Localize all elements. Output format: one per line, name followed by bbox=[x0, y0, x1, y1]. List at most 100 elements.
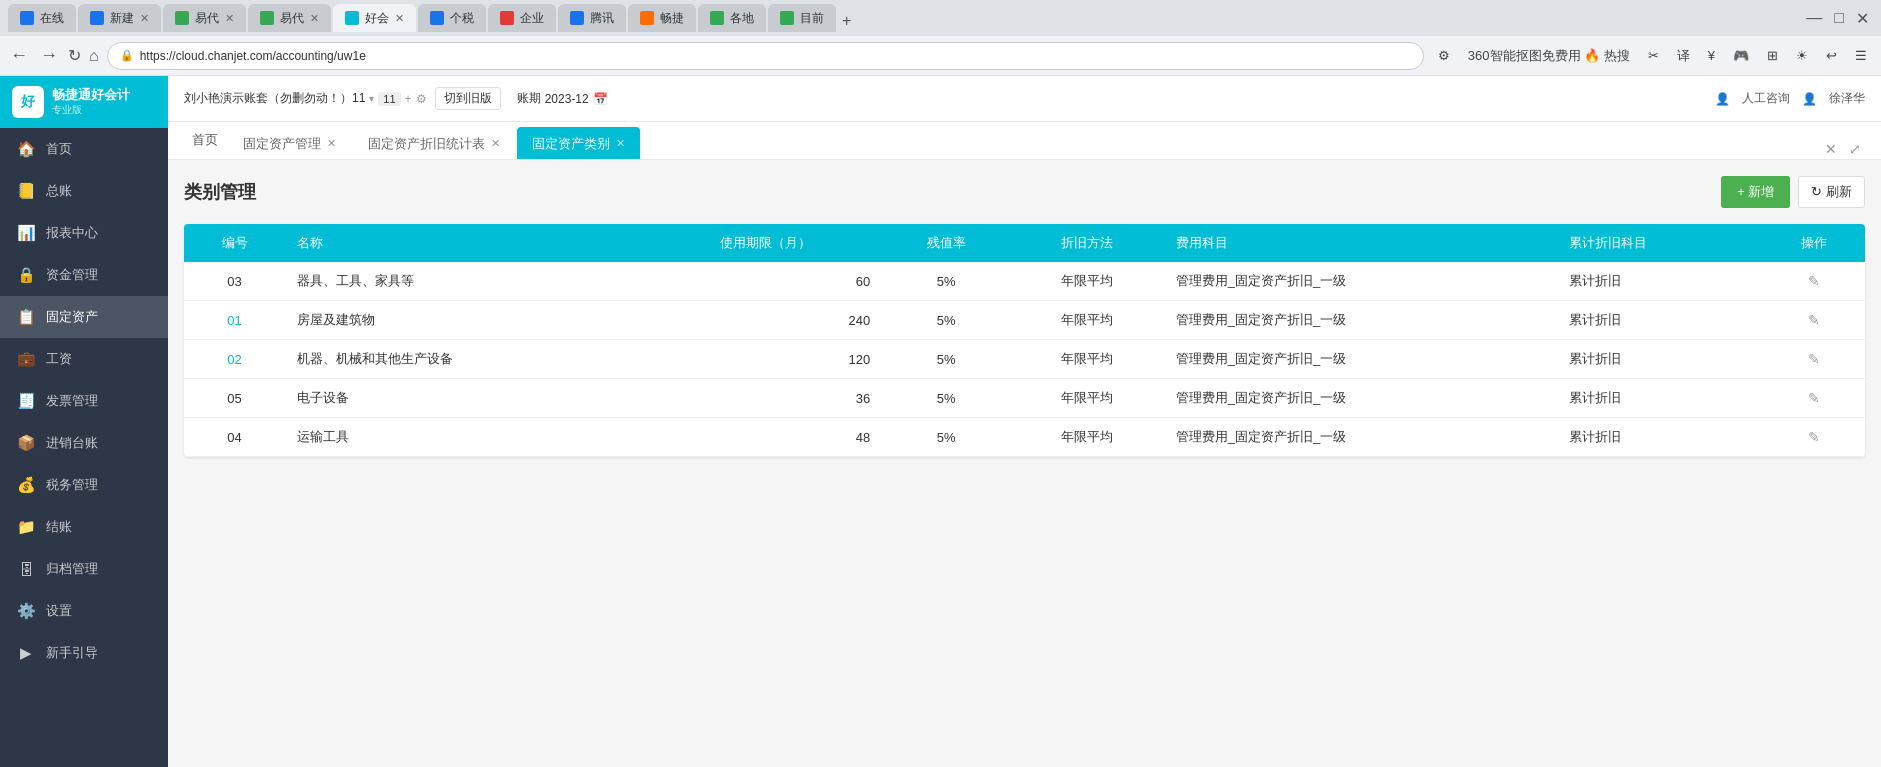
sidebar-label-home: 首页 bbox=[46, 140, 72, 158]
tab-close-yidai1[interactable]: ✕ bbox=[225, 12, 234, 25]
browser-tab-new[interactable]: 新建 ✕ bbox=[78, 4, 161, 32]
page-tab-fa-category[interactable]: 固定资产类别 ✕ bbox=[517, 127, 640, 159]
switch-version-button[interactable]: 切到旧版 bbox=[435, 87, 501, 110]
cell-accumulated-4: 累计折旧 bbox=[1557, 418, 1763, 457]
address-bar-row: ← → ↻ ⌂ 🔒 https://cloud.chanjet.com/acco… bbox=[0, 36, 1881, 76]
browser-tab-yidai2[interactable]: 易代 ✕ bbox=[248, 4, 331, 32]
add-icon[interactable]: + bbox=[405, 92, 412, 106]
tab-icon-gedi bbox=[710, 11, 724, 25]
user-badge: 11 bbox=[378, 92, 400, 106]
reload-button[interactable]: ↻ bbox=[68, 46, 81, 65]
tab-label-yidai1: 易代 bbox=[195, 10, 219, 27]
sidebar-item-home[interactable]: 🏠 首页 bbox=[0, 128, 168, 170]
game-btn[interactable]: 🎮 bbox=[1727, 46, 1755, 65]
browser-tab-muqian[interactable]: 目前 bbox=[768, 4, 836, 32]
refresh-button[interactable]: ↻ 刷新 bbox=[1798, 176, 1865, 208]
edit-button-0[interactable]: ✎ bbox=[1808, 273, 1820, 289]
translate-btn[interactable]: 译 bbox=[1671, 45, 1696, 67]
table-row: 03 器具、工具、家具等 60 5% 年限平均 管理费用_固定资产折旧_一级 累… bbox=[184, 262, 1865, 301]
tab-close-haohui[interactable]: ✕ bbox=[395, 12, 404, 25]
browser-tab-online[interactable]: 在线 bbox=[8, 4, 76, 32]
tab-label-fa-depreciation: 固定资产折旧统计表 bbox=[368, 135, 485, 153]
sidebar-item-payroll[interactable]: 💼 工资 bbox=[0, 338, 168, 380]
tab-close-fa-category[interactable]: ✕ bbox=[616, 137, 625, 150]
browser-tab-enterprise[interactable]: 企业 bbox=[488, 4, 556, 32]
period-value: 2023-12 bbox=[545, 92, 589, 106]
guide-icon: ▶ bbox=[16, 644, 36, 662]
sidebar-item-fixed-assets[interactable]: 📋 固定资产 bbox=[0, 296, 168, 338]
sidebar-item-archive[interactable]: 🗄 归档管理 bbox=[0, 548, 168, 590]
edit-button-1[interactable]: ✎ bbox=[1808, 312, 1820, 328]
search-btn[interactable]: 360智能抠图免费用 🔥 热搜 bbox=[1462, 45, 1636, 67]
tab-close-fa-depreciation[interactable]: ✕ bbox=[491, 137, 500, 150]
add-button[interactable]: + 新增 bbox=[1721, 176, 1790, 208]
minimize-button[interactable]: — bbox=[1802, 7, 1826, 29]
close-button[interactable]: ✕ bbox=[1852, 7, 1873, 30]
fixed-assets-icon: 📋 bbox=[16, 308, 36, 326]
sidebar-item-funds[interactable]: 🔒 资金管理 bbox=[0, 254, 168, 296]
sidebar-label-purchases: 进销台账 bbox=[46, 434, 98, 452]
ledger-icon: 📒 bbox=[16, 182, 36, 200]
sidebar-item-tax[interactable]: 💰 税务管理 bbox=[0, 464, 168, 506]
browser-tab-tencent[interactable]: 腾讯 bbox=[558, 4, 626, 32]
invoices-icon: 🧾 bbox=[16, 392, 36, 410]
user-info: 刘小艳演示账套（勿删勿动！）11 ▾ 11 + ⚙ bbox=[184, 90, 427, 107]
forward-button[interactable]: → bbox=[38, 43, 60, 68]
new-tab-button[interactable]: + bbox=[838, 10, 855, 32]
home-button[interactable]: ⌂ bbox=[89, 47, 99, 65]
tab-close-yidai2[interactable]: ✕ bbox=[310, 12, 319, 25]
cut-icon-btn[interactable]: ✂ bbox=[1642, 46, 1665, 65]
home-icon: 🏠 bbox=[16, 140, 36, 158]
browser-tab-changjie[interactable]: 畅捷 bbox=[628, 4, 696, 32]
calendar-icon[interactable]: 📅 bbox=[593, 92, 608, 106]
cell-residual-0: 5% bbox=[882, 262, 1010, 301]
breadcrumb-home[interactable]: 首页 bbox=[184, 121, 226, 159]
tab-window-expand[interactable]: ⤢ bbox=[1845, 139, 1865, 159]
lock-icon: 🔒 bbox=[120, 49, 134, 62]
browser-tab-haohui[interactable]: 好会 ✕ bbox=[333, 4, 416, 32]
page-tab-fa-mgmt[interactable]: 固定资产管理 ✕ bbox=[228, 127, 351, 159]
menu-btn[interactable]: ☰ bbox=[1849, 46, 1873, 65]
sidebar-item-ledger[interactable]: 📒 总账 bbox=[0, 170, 168, 212]
page-tab-fa-depreciation[interactable]: 固定资产折旧统计表 ✕ bbox=[353, 127, 515, 159]
browser-tab-gedi[interactable]: 各地 bbox=[698, 4, 766, 32]
browser-tab-geshui[interactable]: 个税 bbox=[418, 4, 486, 32]
col-header-code: 编号 bbox=[184, 224, 285, 262]
cell-expense-2: 管理费用_固定资产折旧_一级 bbox=[1164, 340, 1558, 379]
settings-icon: ⚙️ bbox=[16, 602, 36, 620]
period-label: 账期 bbox=[517, 90, 541, 107]
edit-button-2[interactable]: ✎ bbox=[1808, 351, 1820, 367]
sidebar-item-settings[interactable]: ⚙️ 设置 bbox=[0, 590, 168, 632]
cell-code-1: 01 bbox=[184, 301, 285, 340]
tab-label-changjie: 畅捷 bbox=[660, 10, 684, 27]
back-button[interactable]: ← bbox=[8, 43, 30, 68]
tab-window-close[interactable]: ✕ bbox=[1821, 139, 1841, 159]
edit-button-3[interactable]: ✎ bbox=[1808, 390, 1820, 406]
currency-btn[interactable]: ¥ bbox=[1702, 46, 1721, 65]
cell-operation-0: ✎ bbox=[1764, 262, 1865, 301]
table-header: 编号 名称 使用期限（月） 残值率 折旧方法 费用科目 累计折旧科目 操作 bbox=[184, 224, 1865, 262]
grid-btn[interactable]: ⊞ bbox=[1761, 46, 1784, 65]
sidebar-item-invoices[interactable]: 🧾 发票管理 bbox=[0, 380, 168, 422]
cell-accumulated-0: 累计折旧 bbox=[1557, 262, 1763, 301]
edit-button-4[interactable]: ✎ bbox=[1808, 429, 1820, 445]
sidebar-item-closing[interactable]: 📁 结账 bbox=[0, 506, 168, 548]
sidebar-label-guide: 新手引导 bbox=[46, 644, 98, 662]
funds-icon: 🔒 bbox=[16, 266, 36, 284]
browser-tab-yidai1[interactable]: 易代 ✕ bbox=[163, 4, 246, 32]
address-box[interactable]: 🔒 https://cloud.chanjet.com/accounting/u… bbox=[107, 42, 1424, 70]
tab-close-new[interactable]: ✕ bbox=[140, 12, 149, 25]
undo-btn[interactable]: ↩ bbox=[1820, 46, 1843, 65]
sidebar-item-purchases[interactable]: 📦 进销台账 bbox=[0, 422, 168, 464]
brightness-btn[interactable]: ☀ bbox=[1790, 46, 1814, 65]
sidebar-item-guide[interactable]: ▶ 新手引导 bbox=[0, 632, 168, 674]
settings-cog[interactable]: ⚙ bbox=[416, 92, 427, 106]
extensions-button[interactable]: ⚙ bbox=[1432, 46, 1456, 65]
maximize-button[interactable]: □ bbox=[1830, 7, 1848, 29]
tab-close-fa-mgmt[interactable]: ✕ bbox=[327, 137, 336, 150]
cell-expense-3: 管理费用_固定资产折旧_一级 bbox=[1164, 379, 1558, 418]
consult-label[interactable]: 人工咨询 bbox=[1742, 90, 1790, 107]
tax-icon: 💰 bbox=[16, 476, 36, 494]
sidebar-item-reports[interactable]: 📊 报表中心 bbox=[0, 212, 168, 254]
sidebar-logo: 好 畅捷通好会计 专业版 bbox=[0, 76, 168, 128]
